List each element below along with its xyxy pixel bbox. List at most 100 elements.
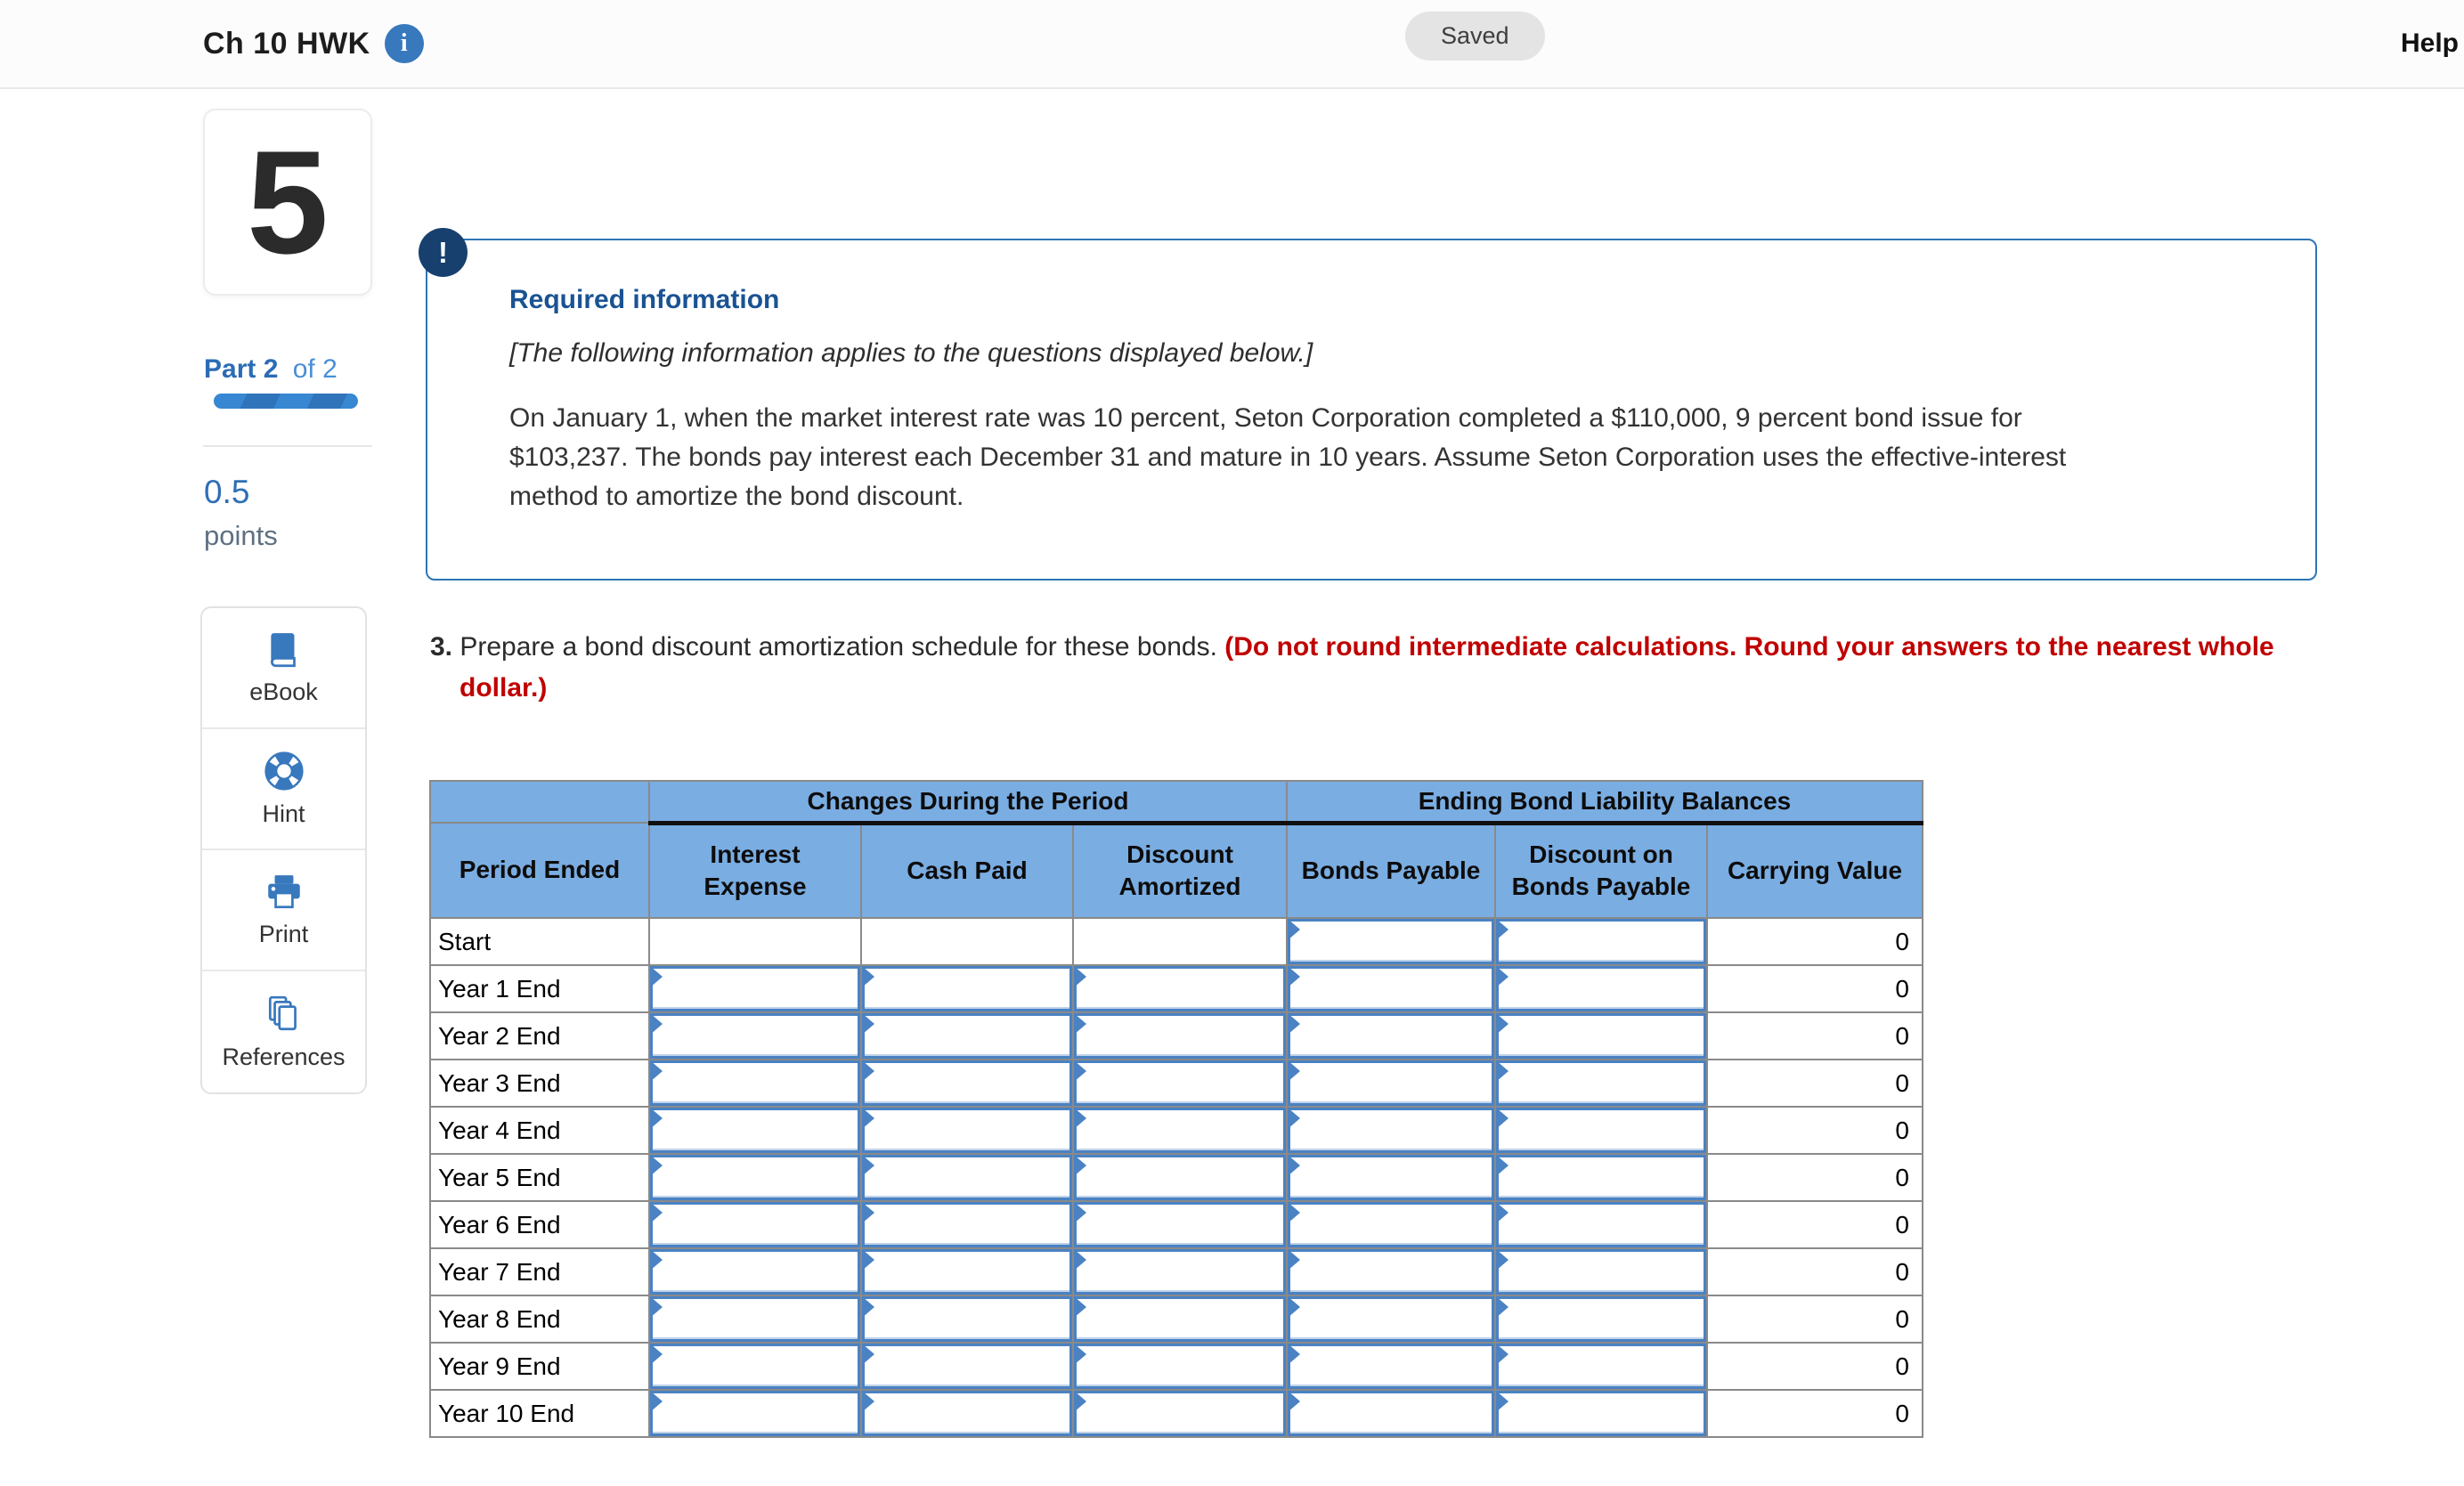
discount-on-bonds-payable-input[interactable] [1496,1344,1706,1389]
print-button[interactable]: Print [202,850,365,971]
amount-cell [1286,1295,1496,1344]
bonds-payable-input[interactable] [1288,919,1494,964]
discount-on-bonds-payable-input[interactable] [1496,1202,1706,1247]
part-label: Part 2 [204,354,279,384]
interest-expense-input[interactable] [650,1202,860,1247]
hint-button[interactable]: Hint [202,729,365,850]
discount-on-bonds-payable-input[interactable] [1496,966,1706,1011]
amount-cell [648,1200,862,1249]
bonds-payable-input[interactable] [1288,1060,1494,1106]
question-number-card: 5 [203,109,385,306]
discount-amortized-input[interactable] [1074,966,1286,1011]
bonds-payable-input[interactable] [1288,1344,1494,1389]
interest-expense-input[interactable] [650,1013,860,1059]
discount-amortized-input[interactable] [1074,1202,1286,1247]
ebook-button[interactable]: eBook [202,608,365,729]
bonds-payable-input[interactable] [1288,1249,1494,1295]
cash-paid-input[interactable] [862,966,1072,1011]
interest-expense-input[interactable] [650,1108,860,1153]
bonds-payable-input[interactable] [1288,1296,1494,1342]
required-information-heading: Required information [509,285,780,314]
amount-cell [648,1389,862,1438]
interest-expense-input[interactable] [650,966,860,1011]
discount-on-bonds-payable-input[interactable] [1496,919,1706,964]
help-link[interactable]: Help [2401,28,2459,59]
period-label: Year 8 End [429,1295,650,1344]
bonds-payable-input[interactable] [1288,1108,1494,1153]
period-label: Year 10 End [429,1389,650,1438]
discount-amortized-input[interactable] [1074,1296,1286,1342]
period-label: Year 5 End [429,1153,650,1202]
interest-expense-input[interactable] [650,1391,860,1436]
input-marker-icon [1496,1155,1508,1176]
blank-cell [1072,917,1288,966]
amount-cell [648,1247,862,1296]
discount-on-bonds-payable-input[interactable] [1496,1060,1706,1106]
cash-paid-input[interactable] [862,1249,1072,1295]
hint-label: Hint [262,800,305,827]
cash-paid-input[interactable] [862,1013,1072,1059]
col-header-cash-paid: Cash Paid [860,822,1074,919]
amount-cell [1286,1153,1496,1202]
discount-on-bonds-payable-input[interactable] [1496,1013,1706,1059]
cash-paid-input[interactable] [862,1155,1072,1200]
discount-amortized-input[interactable] [1074,1060,1286,1106]
input-marker-icon [650,1060,663,1082]
blank-cell [648,917,862,966]
amortization-schedule-table: Changes During the Period Ending Bond Li… [429,780,1923,1438]
input-marker-icon [1496,919,1508,940]
interest-expense-input[interactable] [650,1155,860,1200]
interest-expense-input[interactable] [650,1060,860,1106]
bonds-payable-input[interactable] [1288,1391,1494,1436]
input-marker-icon [862,1249,874,1271]
bonds-payable-input[interactable] [1288,1013,1494,1059]
amount-cell [1286,1200,1496,1249]
interest-expense-input[interactable] [650,1249,860,1295]
references-button[interactable]: References [202,971,365,1092]
bonds-payable-input[interactable] [1288,966,1494,1011]
discount-amortized-input[interactable] [1074,1013,1286,1059]
discount-on-bonds-payable-input[interactable] [1496,1155,1706,1200]
discount-amortized-input[interactable] [1074,1249,1286,1295]
discount-on-bonds-payable-input[interactable] [1496,1296,1706,1342]
amount-cell [860,1153,1074,1202]
cash-paid-input[interactable] [862,1202,1072,1247]
bonds-payable-input[interactable] [1288,1202,1494,1247]
amount-cell [1072,1106,1288,1155]
period-label: Start [429,917,650,966]
discount-amortized-input[interactable] [1074,1344,1286,1389]
interest-expense-input[interactable] [650,1296,860,1342]
discount-amortized-input[interactable] [1074,1108,1286,1153]
carrying-value-cell: 0 [1706,1389,1923,1438]
amount-cell [648,964,862,1013]
amount-cell [860,1200,1074,1249]
cash-paid-input[interactable] [862,1391,1072,1436]
bonds-payable-input[interactable] [1288,1155,1494,1200]
cash-paid-input[interactable] [862,1108,1072,1153]
discount-on-bonds-payable-input[interactable] [1496,1108,1706,1153]
amount-cell [1286,1247,1496,1296]
amount-cell [860,1106,1074,1155]
input-marker-icon [1288,1249,1300,1271]
amount-cell [1286,1389,1496,1438]
discount-amortized-input[interactable] [1074,1155,1286,1200]
period-label: Year 6 End [429,1200,650,1249]
info-icon[interactable]: i [384,24,424,63]
group-header-ending: Ending Bond Liability Balances [1286,780,1923,825]
interest-expense-input[interactable] [650,1344,860,1389]
exclamation-icon: ! [419,228,468,277]
carrying-value-cell: 0 [1706,1200,1923,1249]
col-header-period-ended: Period Ended [429,822,650,919]
discount-on-bonds-payable-input[interactable] [1496,1391,1706,1436]
input-marker-icon [1496,1108,1508,1129]
discount-on-bonds-payable-input[interactable] [1496,1249,1706,1295]
part-progress-bar [214,394,358,409]
cash-paid-input[interactable] [862,1060,1072,1106]
input-marker-icon [650,1296,663,1318]
input-marker-icon [862,1013,874,1035]
cash-paid-input[interactable] [862,1344,1072,1389]
cash-paid-input[interactable] [862,1296,1072,1342]
table-row: Year 8 End 0 [429,1295,1923,1344]
amount-cell [1072,1200,1288,1249]
discount-amortized-input[interactable] [1074,1391,1286,1436]
